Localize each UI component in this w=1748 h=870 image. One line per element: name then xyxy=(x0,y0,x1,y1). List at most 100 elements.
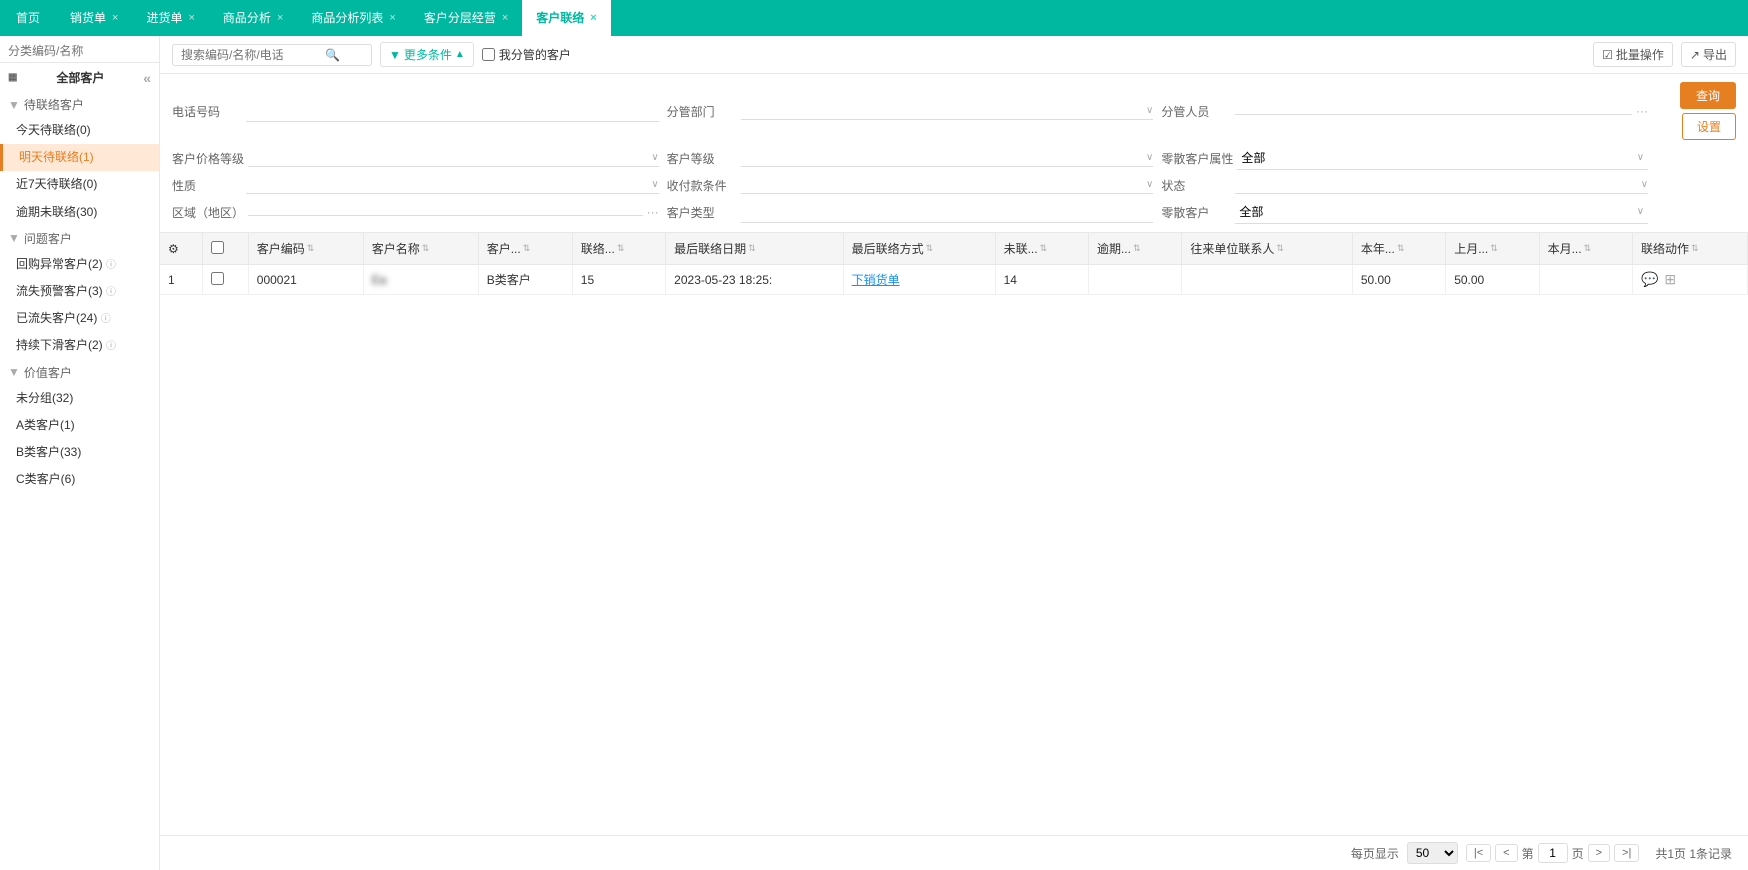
sort-icon-last_month[interactable]: ⇅ xyxy=(1490,243,1498,254)
filter-nature-select[interactable]: ∨ xyxy=(246,176,659,194)
nav-tab-0[interactable]: 销货单× xyxy=(56,0,132,36)
close-tab-icon-0[interactable]: × xyxy=(112,0,118,36)
settings-button[interactable]: 设置 xyxy=(1682,113,1736,140)
close-tab-icon-4[interactable]: × xyxy=(502,0,508,36)
chevron-down-icon: ∨ xyxy=(1146,105,1153,116)
nav-tab-4[interactable]: 客户分层经营× xyxy=(410,0,522,36)
last-page-button[interactable]: >| xyxy=(1614,844,1639,862)
filter-cust-level-select[interactable]: ∨ xyxy=(741,149,1154,167)
cell-no_contact: 14 xyxy=(995,265,1088,295)
col-header-unit_contact: 往来单位联系人⇅ xyxy=(1182,233,1352,265)
sort-icon-type[interactable]: ⇅ xyxy=(523,243,531,254)
region-dots-icon[interactable]: ··· xyxy=(647,205,659,219)
dots-icon[interactable]: ··· xyxy=(1636,104,1648,118)
grid-icon: ▦ xyxy=(8,72,17,83)
sort-icon-action[interactable]: ⇅ xyxy=(1691,243,1699,254)
nav-home[interactable]: 首页 xyxy=(0,0,56,36)
next-page-button[interactable]: > xyxy=(1588,844,1610,862)
select-all-checkbox[interactable] xyxy=(211,241,224,254)
close-tab-icon-3[interactable]: × xyxy=(389,0,395,36)
filter-retail-attr-select[interactable]: 全部 ∨ xyxy=(1237,146,1648,170)
sort-icon-last_method[interactable]: ⇅ xyxy=(926,243,934,254)
close-tab-icon-2[interactable]: × xyxy=(277,0,283,36)
first-page-button[interactable]: |< xyxy=(1466,844,1491,862)
sidebar-item-2-3[interactable]: C类客户(6) xyxy=(0,466,159,493)
sort-icon-this_year[interactable]: ⇅ xyxy=(1397,243,1405,254)
sidebar-all-customers[interactable]: ▦ 全部客户 « xyxy=(0,63,159,92)
search-icon[interactable]: 🔍 xyxy=(325,48,340,62)
nav-tab-2[interactable]: 商品分析× xyxy=(209,0,297,36)
sidebar-item-2-0[interactable]: 未分组(32) xyxy=(0,385,159,412)
settings-col-icon[interactable]: ⚙ xyxy=(168,242,179,256)
sidebar-group-title-2[interactable]: ▼价值客户 xyxy=(0,360,159,385)
sort-icon-code[interactable]: ⇅ xyxy=(307,243,315,254)
sidebar-search-input[interactable] xyxy=(8,44,160,58)
export-button[interactable]: ↗ 导出 xyxy=(1681,42,1736,67)
cell-this_month xyxy=(1539,265,1632,295)
nav-tab-3[interactable]: 商品分析列表× xyxy=(297,0,409,36)
filter-retail-cust-select[interactable]: 全部 ∨ xyxy=(1235,200,1648,224)
cell-last_date: 2023-05-23 18:25: xyxy=(666,265,843,295)
filter-price-select[interactable]: ∨ xyxy=(248,149,659,167)
filter-payment-select[interactable]: ∨ xyxy=(741,176,1154,194)
toolbar-search-box: 🔍 xyxy=(172,44,372,66)
filter-cust-type-input[interactable] xyxy=(741,202,1154,223)
filter-status-select[interactable]: ∨ xyxy=(1235,176,1648,194)
filter-retail-attr-label: 零散客户属性 xyxy=(1161,150,1233,167)
query-button[interactable]: 查询 xyxy=(1680,82,1736,109)
sidebar-group-title-0[interactable]: ▼待联络客户 xyxy=(0,92,159,117)
page-input[interactable] xyxy=(1538,843,1568,863)
sort-icon-contact[interactable]: ⇅ xyxy=(617,243,625,254)
sidebar-item-0-3[interactable]: 逾期未联络(30) xyxy=(0,199,159,226)
sort-icon-unit_contact[interactable]: ⇅ xyxy=(1276,243,1284,254)
col-label-contact: 联络... xyxy=(581,240,615,257)
cell-no: 1 xyxy=(160,265,202,295)
col-label-overdue: 逾期... xyxy=(1097,240,1131,257)
chat-action-icon[interactable]: 💬 xyxy=(1641,271,1658,288)
sidebar-item-0-1[interactable]: 明天待联络(1) xyxy=(0,144,159,171)
search-input[interactable] xyxy=(181,48,321,62)
filter-dept-select[interactable]: ∨ xyxy=(741,102,1154,120)
batch-op-button[interactable]: ☑ 批量操作 xyxy=(1593,42,1673,67)
filter-phone-input[interactable] xyxy=(246,101,659,122)
close-tab-icon-5[interactable]: × xyxy=(590,0,596,36)
sort-icon-last_date[interactable]: ⇅ xyxy=(748,243,756,254)
nav-tab-1[interactable]: 进货单× xyxy=(132,0,208,36)
close-tab-icon-1[interactable]: × xyxy=(188,0,194,36)
nav-tab-5[interactable]: 客户联络× xyxy=(522,0,610,36)
more-filter-button[interactable]: ▼ 更多条件 ▲ xyxy=(380,42,474,67)
col-label-no_contact: 未联... xyxy=(1004,240,1038,257)
sidebar-group-title-1[interactable]: ▼问题客户 xyxy=(0,226,159,251)
page-suffix: 页 xyxy=(1572,845,1584,862)
col-label-name: 客户名称 xyxy=(372,240,420,257)
sidebar-item-0-2[interactable]: 近7天待联络(0) xyxy=(0,171,159,198)
prev-page-button[interactable]: < xyxy=(1495,844,1517,862)
sidebar-item-1-2[interactable]: 已流失客户(24) ⓘ xyxy=(0,305,159,332)
sidebar-item-0-0[interactable]: 今天待联络(0) xyxy=(0,117,159,144)
sidebar-item-1-1[interactable]: 流失预警客户(3) ⓘ xyxy=(0,278,159,305)
sidebar-item-1-3[interactable]: 持续下滑客户(2) ⓘ xyxy=(0,332,159,359)
sort-icon-this_month[interactable]: ⇅ xyxy=(1584,243,1592,254)
sidebar-item-2-1[interactable]: A类客户(1) xyxy=(0,412,159,439)
sort-icon-no_contact[interactable]: ⇅ xyxy=(1040,243,1048,254)
my-customers-checkbox[interactable] xyxy=(482,48,495,61)
chevron-up-icon: ▲ xyxy=(455,49,465,60)
chevron-down-icon-4: ∨ xyxy=(651,179,658,190)
nav-tab-label-2: 商品分析 xyxy=(223,0,271,36)
row-checkbox-0[interactable] xyxy=(211,272,224,285)
col-header-overdue: 逾期...⇅ xyxy=(1088,233,1181,265)
top-nav: 首页 销货单×进货单×商品分析×商品分析列表×客户分层经营×客户联络× xyxy=(0,0,1748,36)
sort-icon-name[interactable]: ⇅ xyxy=(422,243,430,254)
col-header-last_month: 上月...⇅ xyxy=(1446,233,1539,265)
cell-contact: 15 xyxy=(572,265,665,295)
per-page-select[interactable]: 50 100 xyxy=(1407,842,1458,864)
col-header-contact: 联络...⇅ xyxy=(572,233,665,265)
my-customers-checkbox-wrap[interactable]: 我分管的客户 xyxy=(482,46,571,63)
sort-icon-overdue[interactable]: ⇅ xyxy=(1133,243,1141,254)
sidebar-item-1-0[interactable]: 回购异常客户(2) ⓘ xyxy=(0,251,159,278)
chevron-down-icon-2: ∨ xyxy=(651,152,658,163)
grid-action-icon[interactable]: ⊞ xyxy=(1664,271,1676,288)
last-method-link[interactable]: 下销货单 xyxy=(852,273,900,287)
filter-region: 区域（地区） ··· xyxy=(172,204,659,221)
sidebar-item-2-2[interactable]: B类客户(33) xyxy=(0,439,159,466)
